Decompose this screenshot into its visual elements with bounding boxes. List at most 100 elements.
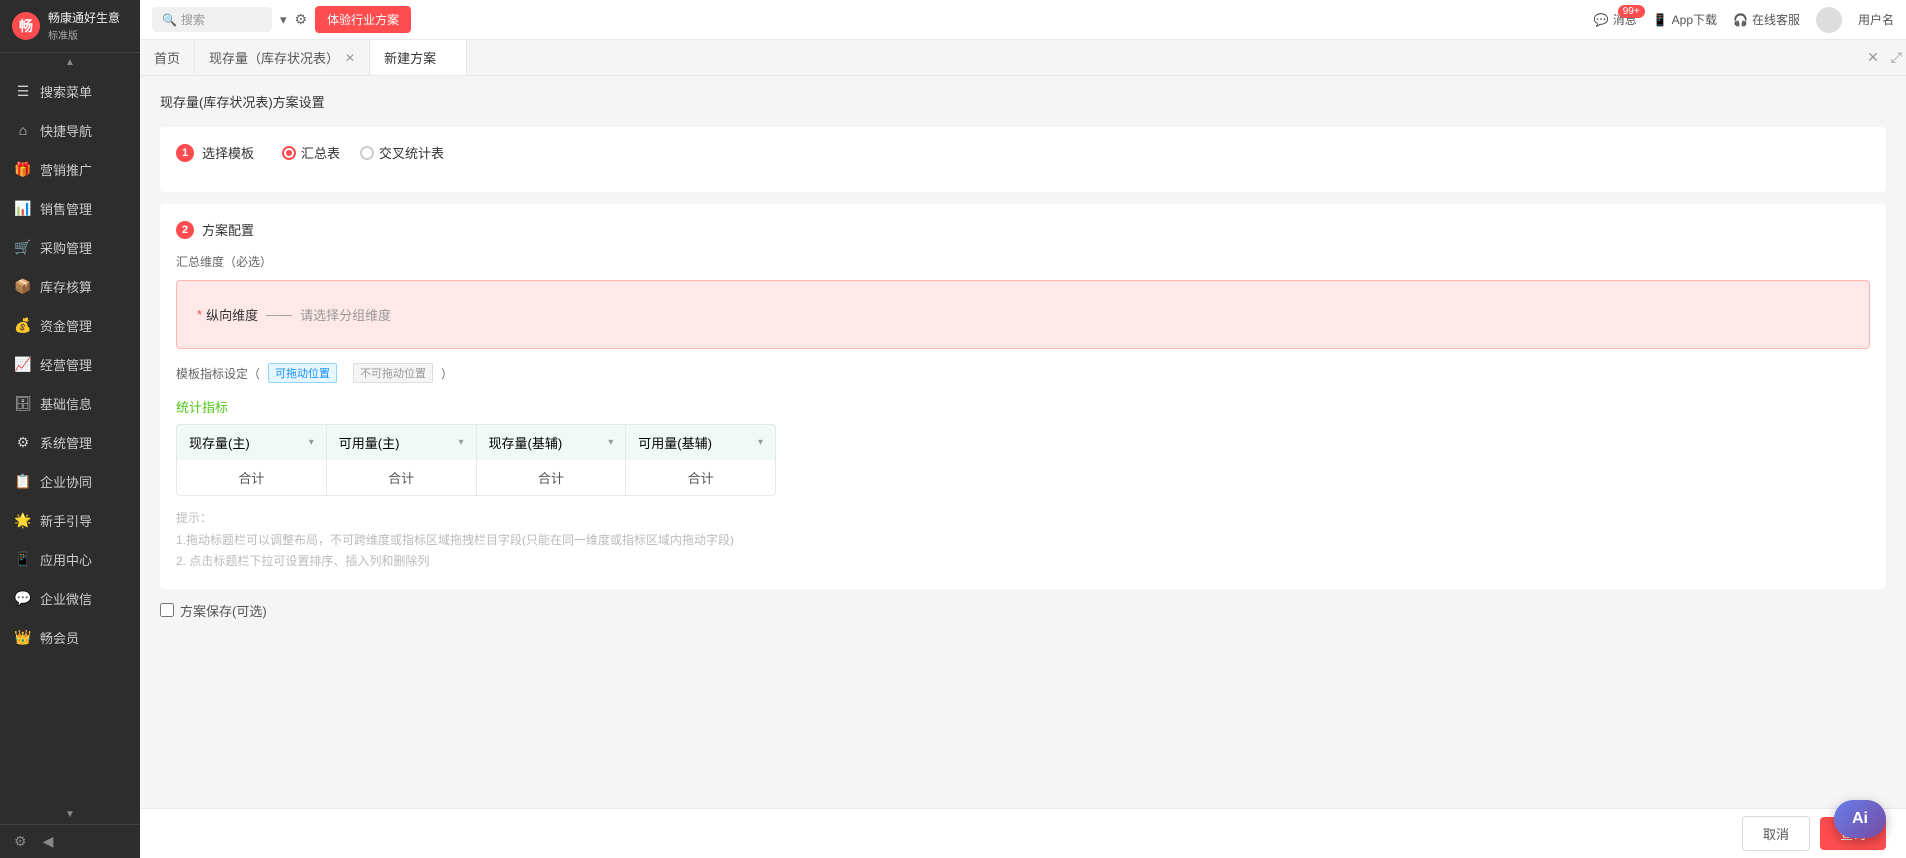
- config-section: 汇总维度（必选） * 纵向维度 —— 请选择分组维度 模板指标设定（ 可拖动位置…: [176, 253, 1870, 573]
- ai-float-button[interactable]: Ai: [1834, 800, 1886, 838]
- col-chevron-2[interactable]: ▾: [608, 437, 613, 448]
- stats-col-body-3: 合计: [626, 460, 775, 495]
- indicator-label: 模板指标设定（ 可拖动位置 不可拖动位置 ）: [176, 363, 1870, 383]
- sidebar-item-guide[interactable]: 🌟 新手引导: [0, 501, 140, 540]
- stats-col-header-3[interactable]: 可用量(基辅) ▾: [626, 425, 775, 460]
- topbar-msg[interactable]: 💬 消息 99+: [1594, 11, 1637, 28]
- finance-icon: 💰: [14, 316, 32, 334]
- dimension-required-mark: *: [197, 307, 202, 322]
- stats-col-body-2: 合计: [477, 460, 627, 495]
- save-label: 方案保存(可选): [180, 601, 267, 620]
- tab-inventory[interactable]: 现存量（库存状况表） ✕: [195, 40, 370, 75]
- sidebar-scroll-up[interactable]: ▲: [0, 53, 140, 72]
- sidebar-item-wechat[interactable]: 💬 企业微信: [0, 579, 140, 618]
- col-chevron-1[interactable]: ▾: [458, 437, 463, 448]
- radio-summary[interactable]: 汇总表: [282, 143, 340, 162]
- audio-icon[interactable]: ◀: [43, 833, 54, 850]
- service-label: 在线客服: [1752, 11, 1800, 28]
- window-close-icon[interactable]: ✕: [1867, 49, 1879, 66]
- sidebar-item-marketing[interactable]: 🎁 营销推广: [0, 150, 140, 189]
- app-name: 畅康通好生意: [48, 10, 120, 27]
- user-avatar: [1816, 7, 1842, 33]
- topbar-gear-icon[interactable]: ⚙: [295, 11, 308, 28]
- topbar-search-box[interactable]: 🔍 搜索: [152, 7, 272, 32]
- sidebar: 畅 畅康通好生意 标准版 ▲ ☰ 搜索菜单 ⌂ 快捷导航 🎁 营销推广 📊 销售…: [0, 0, 140, 858]
- tab-inventory-close[interactable]: ✕: [345, 51, 355, 65]
- stats-table-body: 合计 合计 合计 合计: [177, 460, 775, 495]
- sidebar-item-management[interactable]: 📈 经营管理: [0, 345, 140, 384]
- step2-title: 方案配置: [202, 220, 254, 239]
- template-radio-group: 汇总表 交叉统计表: [282, 143, 444, 162]
- window-expand-icon[interactable]: ⤢: [1891, 49, 1902, 66]
- app-version: 标准版: [48, 27, 120, 42]
- stats-col-header-1[interactable]: 可用量(主) ▾: [327, 425, 477, 460]
- main-area: 🔍 搜索 ▾ ⚙ 体验行业方案 💬 消息 99+ 📱 App下载 🎧 在线客服 …: [140, 0, 1906, 858]
- purchase-icon: 🛒: [14, 238, 32, 256]
- stats-col-body-1: 合计: [327, 460, 477, 495]
- sidebar-item-collab[interactable]: 📋 企业协同: [0, 462, 140, 501]
- sidebar-item-label: 搜索菜单: [40, 82, 92, 101]
- sidebar-logo: 畅 畅康通好生意 标准版: [0, 0, 140, 53]
- settings-icon[interactable]: ⚙: [14, 833, 27, 850]
- tab-home[interactable]: 首页: [140, 40, 195, 75]
- radio-cross-label: 交叉统计表: [379, 143, 444, 162]
- trial-button[interactable]: 体验行业方案: [315, 6, 411, 33]
- col-chevron-3[interactable]: ▾: [758, 437, 763, 448]
- dimension-dash: ——: [266, 307, 292, 322]
- save-row: 方案保存(可选): [160, 601, 1886, 620]
- topbar-dropdown-icon[interactable]: ▾: [280, 12, 287, 28]
- dimension-area[interactable]: * 纵向维度 —— 请选择分组维度: [176, 280, 1870, 349]
- sidebar-item-label: 销售管理: [40, 199, 92, 218]
- sidebar-item-basic[interactable]: 🗄 基础信息: [0, 384, 140, 423]
- movable-tag: 可拖动位置: [268, 363, 337, 383]
- nav-icon: ⌂: [14, 121, 32, 139]
- topbar-service[interactable]: 🎧 在线客服: [1733, 11, 1800, 28]
- sidebar-item-label: 新手引导: [40, 511, 92, 530]
- col-chevron-0[interactable]: ▾: [309, 437, 314, 448]
- search-placeholder: 搜索: [181, 11, 205, 28]
- tab-new-plan[interactable]: 新建方案 ✕: [370, 40, 467, 75]
- step1-section: 1 选择模板 汇总表 交叉统计表: [160, 127, 1886, 192]
- sidebar-item-apps[interactable]: 📱 应用中心: [0, 540, 140, 579]
- tabbar: 首页 现存量（库存状况表） ✕ 新建方案 ✕ ✕ ⤢: [140, 40, 1906, 76]
- indicator-label-suffix: ）: [441, 365, 453, 382]
- search-menu-icon: ☰: [14, 82, 32, 100]
- dimension-vertical-label: 纵向维度: [206, 305, 258, 324]
- cancel-button[interactable]: 取消: [1742, 816, 1810, 851]
- sidebar-item-sales[interactable]: 📊 销售管理: [0, 189, 140, 228]
- member-icon: 👑: [14, 628, 32, 646]
- indicator-settings: 模板指标设定（ 可拖动位置 不可拖动位置 ）: [176, 363, 1870, 383]
- sidebar-item-inventory[interactable]: 📦 库存核算: [0, 267, 140, 306]
- sidebar-item-finance[interactable]: 💰 资金管理: [0, 306, 140, 345]
- radio-summary-label: 汇总表: [301, 143, 340, 162]
- system-icon: ⚙: [14, 433, 32, 451]
- stats-table: 现存量(主) ▾ 可用量(主) ▾ 现存量(基辅) ▾ 可用量(基辅): [176, 424, 776, 496]
- radio-summary-dot: [282, 146, 296, 160]
- tips-section: 提示： 1.拖动标题栏可以调整布局，不可跨维度或指标区域拖拽栏目字段(只能在同一…: [176, 508, 1870, 573]
- stats-col-header-2[interactable]: 现存量(基辅) ▾: [477, 425, 627, 460]
- stats-col-header-0[interactable]: 现存量(主) ▾: [177, 425, 327, 460]
- sidebar-scroll-down[interactable]: ▼: [0, 805, 140, 824]
- tips-title: 提示：: [176, 508, 1870, 530]
- radio-cross[interactable]: 交叉统计表: [360, 143, 444, 162]
- stats-col-body-0: 合计: [177, 460, 327, 495]
- content-area: 现存量(库存状况表)方案设置 1 选择模板 汇总表 交叉统计表: [140, 76, 1906, 808]
- step2-section: 2 方案配置 汇总维度（必选） * 纵向维度 —— 请选择分组维度 模板指标设定…: [160, 204, 1886, 589]
- basic-icon: 🗄: [14, 394, 32, 412]
- topbar-app-download[interactable]: 📱 App下载: [1653, 11, 1717, 28]
- sidebar-item-nav[interactable]: ⌂ 快捷导航: [0, 111, 140, 150]
- marketing-icon: 🎁: [14, 160, 32, 178]
- msg-icon: 💬: [1594, 13, 1609, 27]
- step1-header: 1 选择模板 汇总表 交叉统计表: [176, 143, 1870, 162]
- sidebar-item-search[interactable]: ☰ 搜索菜单: [0, 72, 140, 111]
- sidebar-item-label: 企业微信: [40, 589, 92, 608]
- sidebar-item-member[interactable]: 👑 畅会员: [0, 618, 140, 657]
- sidebar-item-system[interactable]: ⚙ 系统管理: [0, 423, 140, 462]
- tab-new-close[interactable]: ✕: [442, 51, 452, 65]
- app-icon: 📱: [1653, 13, 1668, 27]
- app-label: App下载: [1672, 11, 1717, 28]
- tab-inventory-label: 现存量（库存状况表）: [209, 48, 339, 67]
- sidebar-item-purchase[interactable]: 🛒 采购管理: [0, 228, 140, 267]
- save-checkbox[interactable]: [160, 603, 174, 617]
- stats-title: 统计指标: [176, 397, 1870, 416]
